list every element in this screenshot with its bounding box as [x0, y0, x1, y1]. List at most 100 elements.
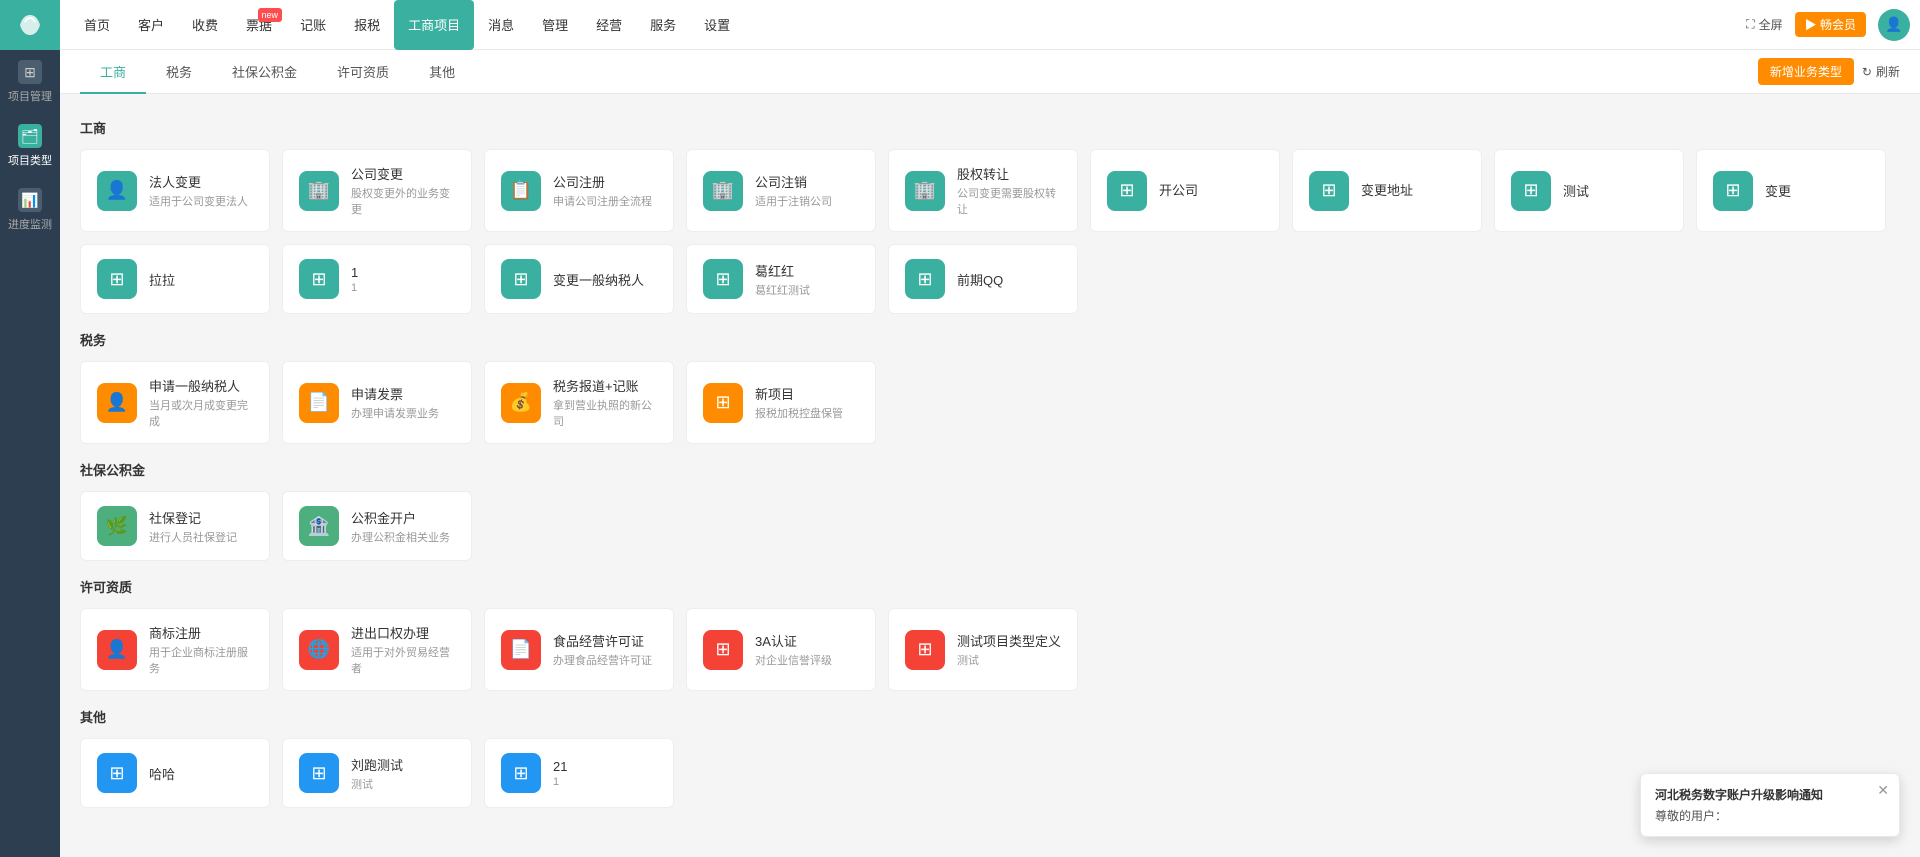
nav-service[interactable]: 服务	[636, 0, 690, 50]
nav-settings[interactable]: 设置	[690, 0, 744, 50]
card-test[interactable]: ⊞ 测试	[1494, 149, 1684, 232]
card-title: 公司注册	[553, 172, 652, 191]
card-desc: 公司变更需要股权转让	[957, 185, 1061, 217]
content: 工商 税务 社保公积金 许可资质 其他 新增业务类型 ↻ 刷新 工商 👤	[60, 50, 1920, 857]
card-title: 变更一般纳税人	[553, 270, 644, 289]
refresh-button[interactable]: ↻ 刷新	[1862, 58, 1900, 85]
card-title: 21	[553, 759, 567, 774]
card-title: 商标注册	[149, 623, 253, 642]
vip-button[interactable]: ▶ 畅会员	[1795, 12, 1866, 37]
card-3a-cert[interactable]: ⊞ 3A认证 对企业信誉评级	[686, 608, 876, 691]
nav-ticket[interactable]: 票据 new	[232, 0, 286, 50]
card-open-company[interactable]: ⊞ 开公司	[1090, 149, 1280, 232]
card-social-register[interactable]: 🌿 社保登记 进行人员社保登记	[80, 491, 270, 561]
card-desc: 申请公司注册全流程	[553, 193, 652, 209]
sidebar-item-project-manage[interactable]: ⊞ 项目管理	[0, 50, 60, 114]
nav-operate[interactable]: 经营	[582, 0, 636, 50]
tab-other[interactable]: 其他	[409, 50, 475, 94]
section-title-permit: 许可资质	[80, 577, 1900, 596]
project-manage-icon: ⊞	[18, 60, 42, 84]
card-legal-change[interactable]: 👤 法人变更 适用于公司变更法人	[80, 149, 270, 232]
tab-permit[interactable]: 许可资质	[317, 50, 409, 94]
card-icon-one: ⊞	[299, 259, 339, 299]
card-desc: 办理申请发票业务	[351, 405, 439, 421]
nav-message[interactable]: 消息	[474, 0, 528, 50]
card-new-project[interactable]: ⊞ 新项目 报税加税控盘保管	[686, 361, 876, 444]
card-icon-company-register: 📋	[501, 171, 541, 211]
sidebar-item-label: 进度监测	[8, 216, 52, 232]
card-one[interactable]: ⊞ 1 1	[282, 244, 472, 314]
topnav: 首页 客户 收费 票据 new 记账 报税 工商项目 消息 管理 经营 服务 设…	[60, 0, 1920, 50]
nav-tax[interactable]: 报税	[340, 0, 394, 50]
card-trademark-register[interactable]: 👤 商标注册 用于企业商标注册服务	[80, 608, 270, 691]
card-test-project-type[interactable]: ⊞ 测试项目类型定义 测试	[888, 608, 1078, 691]
card-icon-test: ⊞	[1511, 171, 1551, 211]
nav-bizproject[interactable]: 工商项目	[394, 0, 474, 50]
card-desc: 1	[553, 776, 567, 788]
notification-close-button[interactable]: ✕	[1877, 782, 1889, 799]
card-equity-transfer[interactable]: 🏢 股权转让 公司变更需要股权转让	[888, 149, 1078, 232]
nav-home[interactable]: 首页	[70, 0, 124, 50]
card-tax-report-bookkeep[interactable]: 💰 税务报道+记账 拿到营业执照的新公司	[484, 361, 674, 444]
card-title: 变更地址	[1361, 180, 1413, 199]
card-title: 申请一般纳税人	[149, 376, 253, 395]
card-company-cancel[interactable]: 🏢 公司注销 适用于注销公司	[686, 149, 876, 232]
tab-social[interactable]: 社保公积金	[212, 50, 317, 94]
card-import-export[interactable]: 🌐 进出口权办理 适用于对外贸易经营者	[282, 608, 472, 691]
card-company-change[interactable]: 🏢 公司变更 股权变更外的业务变更	[282, 149, 472, 232]
nav-billing[interactable]: 收费	[178, 0, 232, 50]
card-mohonghong[interactable]: ⊞ 葛红红 葛红红测试	[686, 244, 876, 314]
sidebar-logo[interactable]	[0, 0, 60, 50]
card-title: 法人变更	[149, 172, 248, 191]
tab-biz[interactable]: 工商	[80, 50, 146, 94]
card-desc: 葛红红测试	[755, 282, 810, 298]
card-icon-open-company: ⊞	[1107, 171, 1147, 211]
sidebar-item-project-type[interactable]: 🗂 项目类型	[0, 114, 60, 178]
card-desc: 测试	[351, 776, 403, 792]
card-change-taxpayer[interactable]: ⊞ 变更一般纳税人	[484, 244, 674, 314]
avatar[interactable]: 👤	[1878, 9, 1910, 41]
sidebar-item-progress-monitor[interactable]: 📊 进度监测	[0, 178, 60, 242]
fullscreen-btn[interactable]: ⛶ 全屏	[1746, 16, 1782, 33]
card-fund-account[interactable]: 🏦 公积金开户 办理公积金相关业务	[282, 491, 472, 561]
fullscreen-icon: ⛶	[1746, 17, 1754, 32]
card-pre-qq[interactable]: ⊞ 前期QQ	[888, 244, 1078, 314]
card-icon-import-export: 🌐	[299, 630, 339, 670]
card-company-register[interactable]: 📋 公司注册 申请公司注册全流程	[484, 149, 674, 232]
card-lala[interactable]: ⊞ 拉拉	[80, 244, 270, 314]
cards-grid-other: ⊞ 哈哈 ⊞ 刘跑测试 测试 ⊞ 21 1	[80, 738, 1900, 808]
card-title: 刘跑测试	[351, 755, 403, 774]
new-type-button[interactable]: 新增业务类型	[1758, 58, 1854, 85]
topnav-right: ⛶ 全屏 ▶ 畅会员 👤	[1746, 9, 1910, 41]
card-change-address[interactable]: ⊞ 变更地址	[1292, 149, 1482, 232]
section-title-social: 社保公积金	[80, 460, 1900, 479]
section-title-tax: 税务	[80, 330, 1900, 349]
card-desc: 办理食品经营许可证	[553, 652, 652, 668]
main-area: 首页 客户 收费 票据 new 记账 报税 工商项目 消息 管理 经营 服务 设…	[60, 0, 1920, 857]
tab-tax[interactable]: 税务	[146, 50, 212, 94]
card-desc: 对企业信誉评级	[755, 652, 832, 668]
card-icon-liu-pao-test: ⊞	[299, 753, 339, 793]
card-haha[interactable]: ⊞ 哈哈	[80, 738, 270, 808]
card-food-license[interactable]: 📄 食品经营许可证 办理食品经营许可证	[484, 608, 674, 691]
card-desc: 进行人员社保登记	[149, 529, 237, 545]
card-apply-taxpayer[interactable]: 👤 申请一般纳税人 当月或次月成变更完成	[80, 361, 270, 444]
section-title-biz: 工商	[80, 118, 1900, 137]
card-icon-food-license: 📄	[501, 630, 541, 670]
card-liu-pao-test[interactable]: ⊞ 刘跑测试 测试	[282, 738, 472, 808]
card-apply-invoice[interactable]: 📄 申请发票 办理申请发票业务	[282, 361, 472, 444]
nav-manage[interactable]: 管理	[528, 0, 582, 50]
card-change2[interactable]: ⊞ 变更	[1696, 149, 1886, 232]
nav-customer[interactable]: 客户	[124, 0, 178, 50]
nav-bookkeeping[interactable]: 记账	[286, 0, 340, 50]
card-desc: 报税加税控盘保管	[755, 405, 843, 421]
card-icon-twenty-one: ⊞	[501, 753, 541, 793]
card-icon-3a-cert: ⊞	[703, 630, 743, 670]
card-twenty-one[interactable]: ⊞ 21 1	[484, 738, 674, 808]
card-desc: 股权变更外的业务变更	[351, 185, 455, 217]
card-icon-lala: ⊞	[97, 259, 137, 299]
card-title: 前期QQ	[957, 270, 1003, 289]
card-title: 哈哈	[149, 764, 175, 783]
card-icon-new-project: ⊞	[703, 383, 743, 423]
card-desc: 适用于注销公司	[755, 193, 832, 209]
